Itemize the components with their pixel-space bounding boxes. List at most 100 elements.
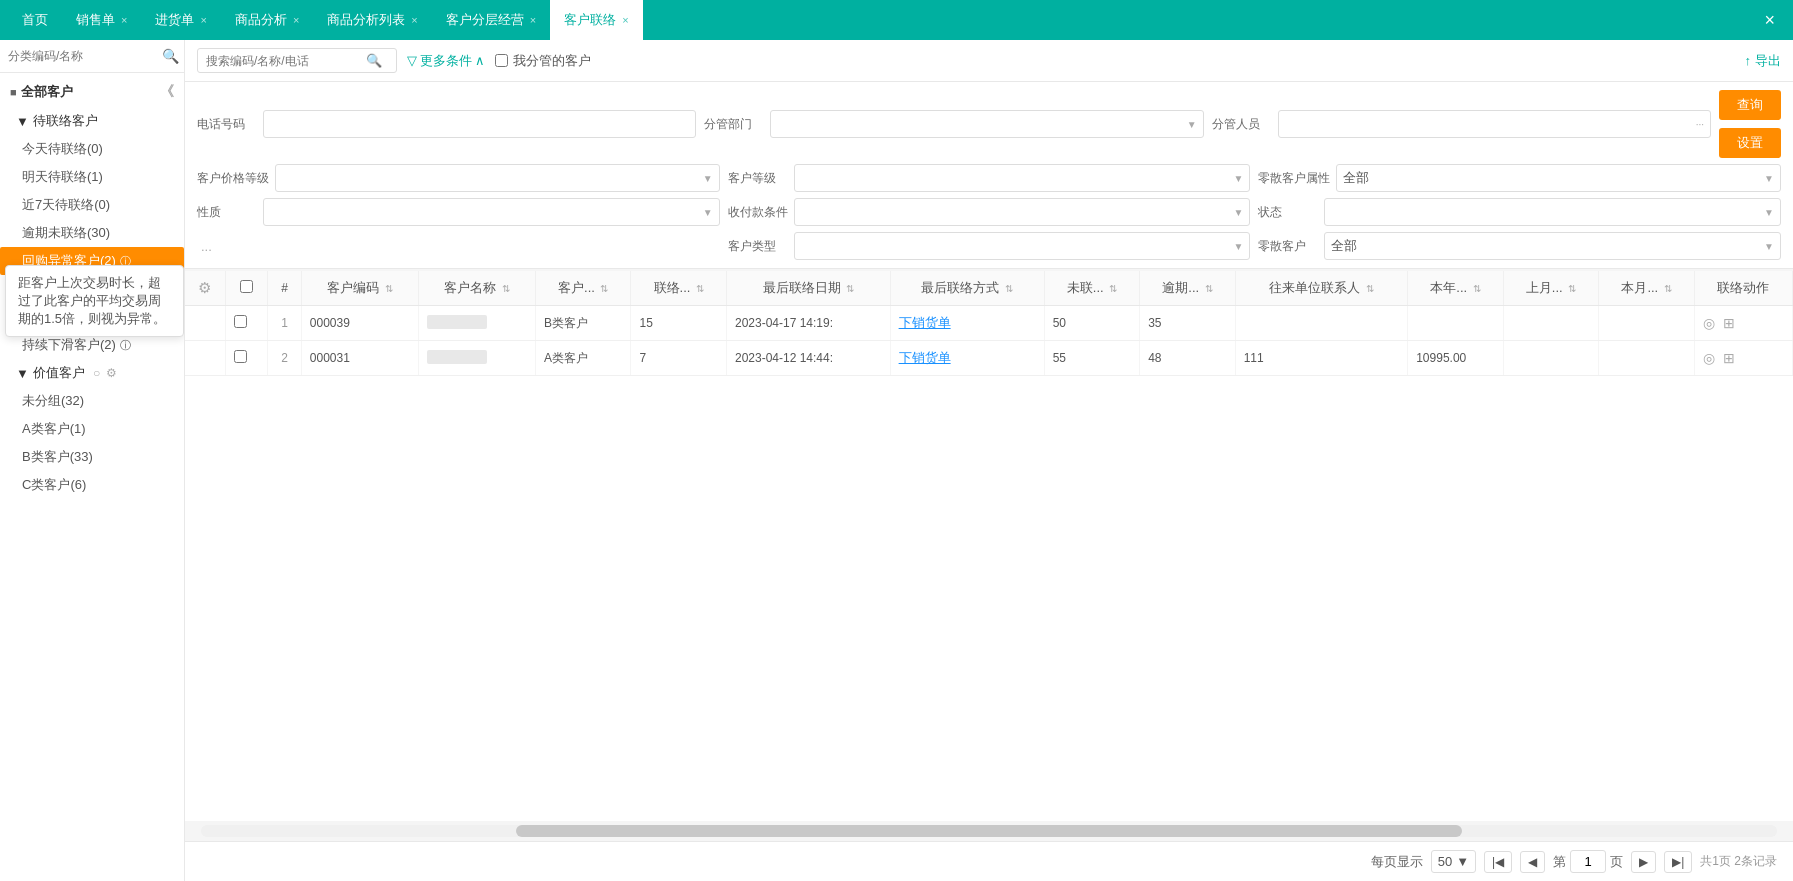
pending-contact-label: 待联络客户 bbox=[33, 112, 98, 130]
this-year-sort[interactable]: ⇅ bbox=[1473, 283, 1481, 294]
category-search-icon[interactable]: 🔍 bbox=[162, 48, 179, 64]
edit-icon[interactable]: ○ bbox=[93, 366, 100, 380]
contact-sort[interactable]: ⇅ bbox=[696, 283, 704, 294]
last-page-button[interactable]: ▶| bbox=[1664, 851, 1692, 873]
phone-filter-cell: 电话号码 bbox=[197, 110, 696, 138]
more-conditions-button[interactable]: ▽ 更多条件 ∧ bbox=[407, 52, 485, 70]
close-sales-tab[interactable]: × bbox=[121, 14, 127, 26]
close-product-analysis-tab[interactable]: × bbox=[293, 14, 299, 26]
tab-customer-tier[interactable]: 客户分层经营 × bbox=[432, 0, 550, 40]
category-search-input[interactable] bbox=[8, 49, 158, 63]
prev-page-button[interactable]: ◀ bbox=[1520, 851, 1545, 873]
this-month-sort[interactable]: ⇅ bbox=[1664, 283, 1672, 294]
code-sort[interactable]: ⇅ bbox=[385, 283, 393, 294]
manager-select[interactable]: ··· bbox=[1278, 110, 1711, 138]
price-level-select[interactable]: ▼ bbox=[275, 164, 720, 192]
row-checkbox[interactable] bbox=[234, 315, 247, 328]
type-sort[interactable]: ⇅ bbox=[600, 283, 608, 294]
retail-customer-filter-cell: 零散客户 全部 ▼ bbox=[1258, 232, 1781, 260]
overdue-sort[interactable]: ⇅ bbox=[1205, 283, 1213, 294]
export-button[interactable]: ↑ 导出 bbox=[1745, 52, 1782, 70]
contact-icon[interactable]: ◎ bbox=[1703, 315, 1715, 331]
data-table-wrap: ⚙ # 客户编码 ⇅ 客户名称 ⇅ bbox=[185, 271, 1793, 821]
not-contact-sort[interactable]: ⇅ bbox=[1109, 283, 1117, 294]
select-all-checkbox[interactable] bbox=[240, 280, 253, 293]
window-close-button[interactable]: × bbox=[1754, 10, 1785, 31]
row-type: B类客户 bbox=[535, 306, 631, 341]
per-page-select[interactable]: 50 ▼ bbox=[1431, 850, 1476, 873]
tab-product-analysis[interactable]: 商品分析 × bbox=[221, 0, 313, 40]
tab-purchase[interactable]: 进货单 × bbox=[141, 0, 220, 40]
sidebar-item-overdue[interactable]: 逾期未联络(30) bbox=[0, 219, 184, 247]
collapse-icon[interactable]: 《 bbox=[160, 83, 174, 101]
dept-filter-cell: 分管部门 ▼ bbox=[704, 110, 1203, 138]
table-settings-gear[interactable]: ⚙ bbox=[198, 279, 211, 296]
gender-arrow: ▼ bbox=[703, 207, 713, 218]
scrollbar-thumb[interactable] bbox=[516, 825, 1462, 837]
sidebar-item-tomorrow[interactable]: 明天待联络(1) bbox=[0, 163, 184, 191]
col-this-year: 本年... ⇅ bbox=[1408, 271, 1504, 306]
sidebar-item-today[interactable]: 今天待联络(0) bbox=[0, 135, 184, 163]
sidebar-item-ungroup[interactable]: 未分组(32) bbox=[0, 387, 184, 415]
triangle-icon-2: ▼ bbox=[16, 366, 29, 381]
customer-type-select[interactable]: ▼ bbox=[794, 232, 1251, 260]
filter-row-3: 性质 ▼ 收付款条件 ▼ 状态 bbox=[197, 198, 1781, 226]
row-this-year: 10995.00 bbox=[1408, 341, 1504, 376]
row-code: 000039 bbox=[301, 306, 418, 341]
sidebar-item-class-a[interactable]: A类客户(1) bbox=[0, 415, 184, 443]
first-page-button[interactable]: |◀ bbox=[1484, 851, 1512, 873]
more-dots[interactable]: ... bbox=[197, 239, 216, 254]
value-customer-group[interactable]: ▼ 价值客户 ○ ⚙ bbox=[0, 359, 184, 387]
all-customers-header[interactable]: ■ 全部客户 《 bbox=[0, 77, 184, 107]
row-action: ◎ ⊞ bbox=[1694, 341, 1792, 376]
horizontal-scrollbar[interactable] bbox=[201, 825, 1777, 837]
tab-product-list[interactable]: 商品分析列表 × bbox=[313, 0, 431, 40]
pending-contact-group[interactable]: ▼ 待联络客户 bbox=[0, 107, 184, 135]
retail-customer-select[interactable]: 全部 ▼ bbox=[1324, 232, 1781, 260]
unit-contact-sort[interactable]: ⇅ bbox=[1366, 283, 1374, 294]
phone-input[interactable] bbox=[263, 110, 696, 138]
sidebar-item-class-c[interactable]: C类客户(6) bbox=[0, 471, 184, 499]
settings-icon[interactable]: ⚙ bbox=[106, 366, 117, 380]
customer-level-select[interactable]: ▼ bbox=[794, 164, 1251, 192]
row-settings-cell bbox=[185, 306, 225, 341]
last-date-sort[interactable]: ⇅ bbox=[846, 283, 854, 294]
name-sort[interactable]: ⇅ bbox=[502, 283, 510, 294]
sidebar-item-class-b[interactable]: B类客户(33) bbox=[0, 443, 184, 471]
col-settings[interactable]: ⚙ bbox=[185, 271, 225, 306]
dept-select[interactable]: ▼ bbox=[770, 110, 1203, 138]
sidebar-item-7days[interactable]: 近7天待联络(0) bbox=[0, 191, 184, 219]
gender-select[interactable]: ▼ bbox=[263, 198, 720, 226]
close-customer-contact-tab[interactable]: × bbox=[622, 14, 628, 26]
row-checkbox[interactable] bbox=[234, 350, 247, 363]
close-customer-tier-tab[interactable]: × bbox=[530, 14, 536, 26]
customer-level-label: 客户等级 bbox=[728, 170, 788, 187]
total-label: 共1页 2条记录 bbox=[1700, 853, 1777, 870]
status-select[interactable]: ▼ bbox=[1324, 198, 1781, 226]
page-number-input[interactable] bbox=[1570, 850, 1606, 873]
close-product-list-tab[interactable]: × bbox=[411, 14, 417, 26]
main-search-input[interactable] bbox=[206, 54, 366, 68]
next-page-button[interactable]: ▶ bbox=[1631, 851, 1656, 873]
last-method-sort[interactable]: ⇅ bbox=[1005, 283, 1013, 294]
menu-icon[interactable]: ⊞ bbox=[1723, 350, 1735, 366]
query-button[interactable]: 查询 bbox=[1719, 90, 1781, 120]
tab-home[interactable]: 首页 bbox=[8, 0, 62, 40]
close-purchase-tab[interactable]: × bbox=[200, 14, 206, 26]
retail-attr-select[interactable]: 全部 ▼ bbox=[1336, 164, 1781, 192]
settings-button[interactable]: 设置 bbox=[1719, 128, 1781, 158]
tab-sales[interactable]: 销售单 × bbox=[62, 0, 141, 40]
row-last-date: 2023-04-12 14:44: bbox=[726, 341, 890, 376]
top-navigation: 首页 销售单 × 进货单 × 商品分析 × 商品分析列表 × 客户分层经营 × … bbox=[0, 0, 1793, 40]
contact-icon[interactable]: ◎ bbox=[1703, 350, 1715, 366]
main-search-icon[interactable]: 🔍 bbox=[366, 53, 382, 68]
last-method-link[interactable]: 下销货单 bbox=[899, 350, 951, 365]
last-month-sort[interactable]: ⇅ bbox=[1568, 283, 1576, 294]
last-method-link[interactable]: 下销货单 bbox=[899, 315, 951, 330]
my-customers-checkbox[interactable] bbox=[495, 54, 508, 67]
tab-customer-contact[interactable]: 客户联络 × bbox=[550, 0, 642, 40]
manager-label: 分管人员 bbox=[1212, 116, 1272, 133]
payment-select[interactable]: ▼ bbox=[794, 198, 1251, 226]
table-row: 1 000039 B类客户 15 2023-04-17 14:19: 下销货单 … bbox=[185, 306, 1793, 341]
menu-icon[interactable]: ⊞ bbox=[1723, 315, 1735, 331]
